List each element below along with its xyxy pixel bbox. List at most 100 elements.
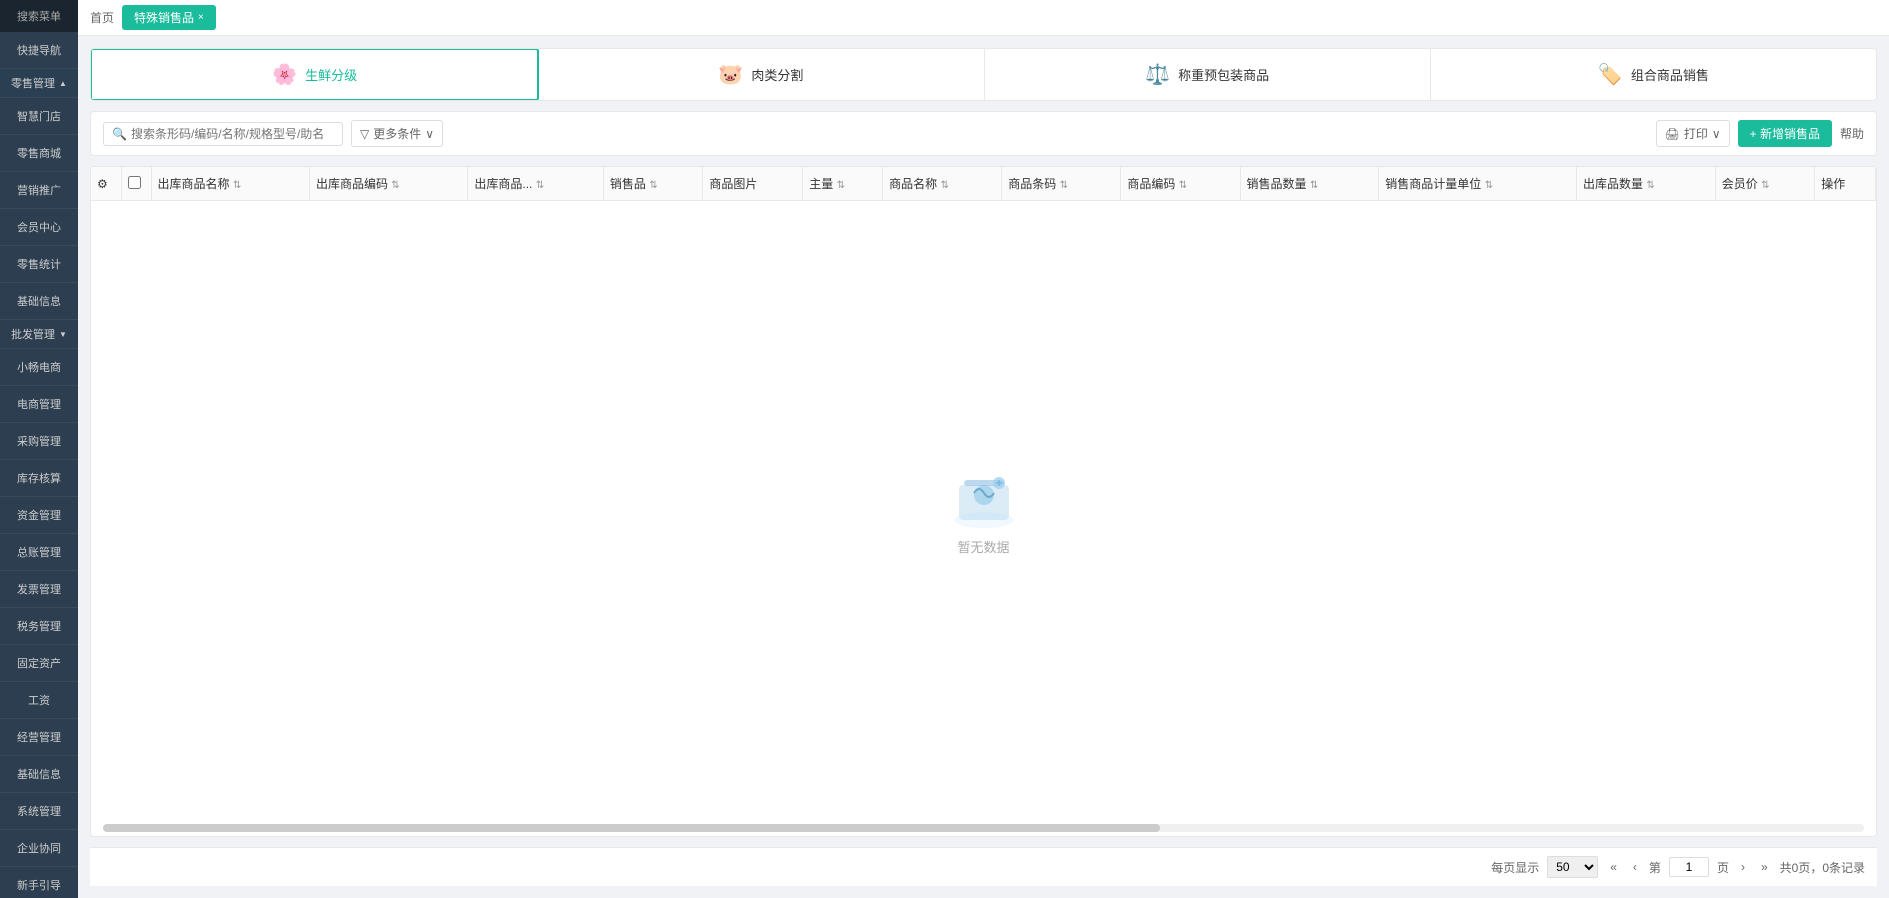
sidebar-item-fixed-assets[interactable]: 固定资产: [0, 645, 78, 682]
sidebar-label-mini-ecom: 小畅电商: [17, 359, 61, 375]
col-out-name-label: 出库商品名称: [158, 177, 230, 191]
active-tab[interactable]: 特殊销售品 ×: [122, 5, 216, 30]
sidebar-item-smart-store[interactable]: 智慧门店: [0, 98, 78, 135]
first-page-button[interactable]: «: [1606, 858, 1621, 876]
next-page-button[interactable]: ›: [1737, 858, 1749, 876]
col-item-image-label: 商品图片: [709, 177, 757, 191]
col-item-code-label: 商品编码: [1127, 177, 1175, 191]
search-box[interactable]: 🔍: [103, 122, 343, 146]
help-button[interactable]: 帮助: [1840, 125, 1864, 142]
combo-sales-label: 组合商品销售: [1631, 65, 1709, 84]
col-action-label: 操作: [1821, 177, 1845, 191]
prev-page-button[interactable]: ‹: [1629, 858, 1641, 876]
sidebar-item-ledger-mgmt[interactable]: 总账管理: [0, 534, 78, 571]
col-out-spec[interactable]: 出库商品...: [468, 167, 604, 201]
col-settings[interactable]: ⚙: [91, 167, 121, 201]
sidebar-label-retail-mall: 零售商城: [17, 145, 61, 161]
sidebar-item-salary[interactable]: 工资: [0, 682, 78, 719]
print-arrow-icon: ∨: [1712, 127, 1721, 141]
col-sale-unit[interactable]: 销售商品计量单位: [1379, 167, 1577, 201]
main-content: 首页 特殊销售品 × 🌸 生鲜分级 🐷 肉类分割 ⚖️ 称重预包装商品 🏷️ 组…: [78, 0, 1889, 898]
horizontal-scrollbar[interactable]: [103, 824, 1864, 832]
sidebar-item-enterprise[interactable]: 企业协同: [0, 830, 78, 867]
page-input[interactable]: [1669, 857, 1709, 877]
sidebar-item-mini-ecom[interactable]: 小畅电商: [0, 349, 78, 386]
sidebar-label-fixed-assets: 固定资产: [17, 655, 61, 671]
col-main-weight[interactable]: 主量: [803, 167, 883, 201]
sidebar-item-newbie[interactable]: 新手引导: [0, 867, 78, 898]
col-item-barcode[interactable]: 商品条码: [1002, 167, 1121, 201]
toolbar-left: 🔍 ▽ 更多条件 ∨: [103, 120, 443, 147]
sidebar-item-invoice-mgmt[interactable]: 发票管理: [0, 571, 78, 608]
sidebar-label-member-center: 会员中心: [17, 219, 61, 235]
sidebar-item-basic-info[interactable]: 基础信息: [0, 283, 78, 320]
sidebar-item-finance-mgmt[interactable]: 资金管理: [0, 497, 78, 534]
filter-button[interactable]: ▽ 更多条件 ∨: [351, 120, 443, 147]
total-label: 共0页，0条记录: [1780, 859, 1865, 876]
sidebar-item-tax-mgmt[interactable]: 税务管理: [0, 608, 78, 645]
select-all-checkbox[interactable]: [128, 176, 141, 189]
toolbar-right: 🖨 打印 ∨ + 新增销售品 帮助: [1656, 120, 1864, 147]
sidebar-label-quick-nav: 快捷导航: [17, 42, 61, 58]
col-out-name[interactable]: 出库商品名称: [151, 167, 309, 201]
sidebar-label-enterprise: 企业协同: [17, 840, 61, 856]
filter-label: 更多条件: [373, 125, 421, 142]
last-page-button[interactable]: »: [1757, 858, 1772, 876]
sidebar-item-retail-mall[interactable]: 零售商城: [0, 135, 78, 172]
col-member-price-label: 会员价: [1722, 177, 1758, 191]
col-sale-unit-label: 销售商品计量单位: [1385, 177, 1481, 191]
col-sale-item[interactable]: 销售品: [603, 167, 702, 201]
category-tab-fresh-grade[interactable]: 🌸 生鲜分级: [90, 48, 539, 101]
sidebar-label-ops-mgmt: 经营管理: [17, 729, 61, 745]
sidebar-label-sys-mgmt: 系统管理: [17, 803, 61, 819]
sidebar-label-ecom-mgmt: 电商管理: [17, 396, 61, 412]
sidebar-item-sales-promo[interactable]: 营销推广: [0, 172, 78, 209]
print-button[interactable]: 🖨 打印 ∨: [1656, 120, 1730, 147]
col-checkbox[interactable]: [121, 167, 151, 201]
sidebar-label-retail-stats: 零售统计: [17, 256, 61, 272]
sidebar-label-invoice-mgmt: 发票管理: [17, 581, 61, 597]
col-out-code[interactable]: 出库商品编码: [309, 167, 467, 201]
scrollbar-thumb[interactable]: [103, 824, 1160, 832]
tab-close-icon[interactable]: ×: [198, 12, 204, 23]
sidebar-item-member-center[interactable]: 会员中心: [0, 209, 78, 246]
col-out-qty-label: 出库品数量: [1583, 177, 1643, 191]
category-tab-meat-cut[interactable]: 🐷 肉类分割: [538, 49, 984, 100]
col-out-qty[interactable]: 出库品数量: [1577, 167, 1716, 201]
col-item-name-label: 商品名称: [889, 177, 937, 191]
col-sale-qty-label: 销售品数量: [1247, 177, 1307, 191]
pagination: 每页显示 50 10 20 100 « ‹ 第 页 › » 共0页，0条记录: [90, 847, 1877, 886]
search-input[interactable]: [131, 127, 334, 141]
add-button[interactable]: + 新增销售品: [1738, 120, 1832, 147]
col-out-spec-label: 出库商品...: [474, 177, 532, 191]
sidebar-item-wholesale-mgmt[interactable]: 批发管理 ▼: [0, 320, 78, 349]
page-content: 🌸 生鲜分级 🐷 肉类分割 ⚖️ 称重预包装商品 🏷️ 组合商品销售 🔍: [78, 36, 1889, 898]
sidebar-item-ecom-mgmt[interactable]: 电商管理: [0, 386, 78, 423]
empty-state-icon: [944, 465, 1024, 525]
home-link[interactable]: 首页: [90, 9, 114, 26]
add-label: + 新增销售品: [1750, 125, 1820, 142]
category-tab-weigh-pack[interactable]: ⚖️ 称重预包装商品: [985, 49, 1431, 100]
col-item-code[interactable]: 商品编码: [1121, 167, 1240, 201]
sidebar-item-basic-info2[interactable]: 基础信息: [0, 756, 78, 793]
filter-icon: ▽: [360, 127, 369, 141]
wholesale-mgmt-arrow-icon: ▼: [59, 330, 67, 339]
sidebar-item-retail-mgmt[interactable]: 零售管理 ▲: [0, 69, 78, 98]
category-tab-combo-sales[interactable]: 🏷️ 组合商品销售: [1431, 49, 1876, 100]
printer-icon: 🖨: [1665, 127, 1680, 141]
print-label: 打印: [1684, 125, 1708, 142]
col-member-price[interactable]: 会员价: [1715, 167, 1814, 201]
col-item-name[interactable]: 商品名称: [883, 167, 1002, 201]
fresh-grade-label: 生鲜分级: [305, 65, 357, 84]
topbar: 首页 特殊销售品 ×: [78, 0, 1889, 36]
sidebar-item-ops-mgmt[interactable]: 经营管理: [0, 719, 78, 756]
sidebar-item-quick-nav[interactable]: 快捷导航: [0, 32, 78, 69]
sidebar-item-sys-mgmt[interactable]: 系统管理: [0, 793, 78, 830]
sidebar-item-retail-stats[interactable]: 零售统计: [0, 246, 78, 283]
sidebar-item-purchase-mgmt[interactable]: 采购管理: [0, 423, 78, 460]
per-page-select[interactable]: 50 10 20 100: [1547, 856, 1598, 878]
weigh-pack-icon: ⚖️: [1145, 62, 1170, 87]
col-sale-qty[interactable]: 销售品数量: [1240, 167, 1379, 201]
sidebar-item-inventory[interactable]: 库存核算: [0, 460, 78, 497]
sidebar-label-basic-info2: 基础信息: [17, 766, 61, 782]
